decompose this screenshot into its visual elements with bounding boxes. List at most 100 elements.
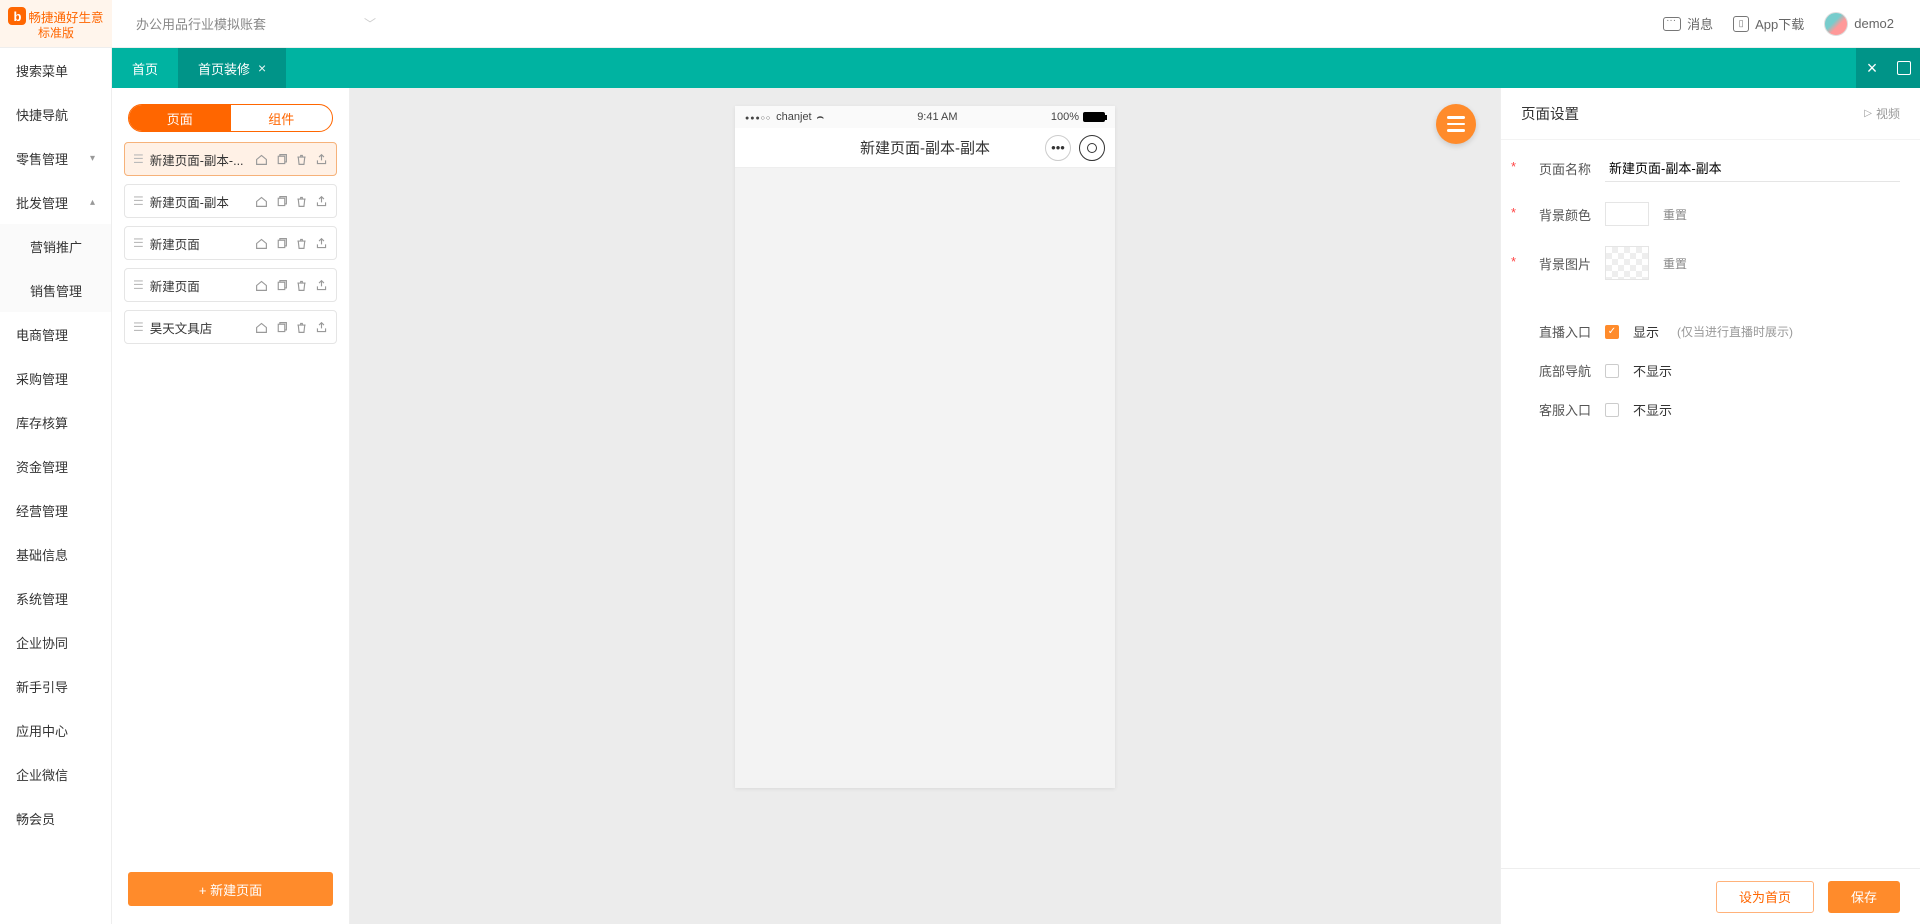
- share-icon[interactable]: [314, 320, 328, 334]
- share-icon[interactable]: [314, 152, 328, 166]
- set-home-button[interactable]: 设为首页: [1716, 881, 1814, 913]
- page-row[interactable]: ☰新建页面: [124, 268, 337, 302]
- delete-icon[interactable]: [294, 320, 308, 334]
- page-name: 新建页面-副本: [150, 192, 248, 211]
- sidebar-item[interactable]: 资金管理: [0, 444, 111, 488]
- page-name: 新建页面: [150, 234, 248, 253]
- sidebar-item[interactable]: 系统管理: [0, 576, 111, 620]
- sidebar-item[interactable]: 快捷导航: [0, 92, 111, 136]
- bgcolor-reset[interactable]: 重置: [1663, 206, 1687, 223]
- segment-page[interactable]: 页面: [129, 105, 231, 131]
- sidebar: 搜索菜单快捷导航零售管理▾批发管理▴营销推广销售管理电商管理采购管理库存核算资金…: [0, 48, 112, 924]
- tab[interactable]: 首页装修×: [178, 48, 286, 88]
- sidebar-item[interactable]: 搜索菜单: [0, 48, 111, 92]
- sidebar-item[interactable]: 基础信息: [0, 532, 111, 576]
- signal-icon: [745, 111, 771, 123]
- sidebar-item[interactable]: 企业协同: [0, 620, 111, 664]
- save-button[interactable]: 保存: [1828, 881, 1900, 913]
- settings-panel: 页面设置 视频 页面名称 背景颜色 重置: [1500, 88, 1920, 924]
- video-help-link[interactable]: 视频: [1864, 105, 1900, 122]
- copy-icon[interactable]: [274, 152, 288, 166]
- page-row[interactable]: ☰ 新建页面-副本: [124, 184, 337, 218]
- brand-mark-icon: b: [8, 7, 26, 25]
- sidebar-item[interactable]: 应用中心: [0, 708, 111, 752]
- page-panel: 页面 组件 ☰新建页面-副本-... ☰新建页面-副本 ☰新建页面 ☰新建页面 …: [112, 88, 350, 924]
- home-icon[interactable]: [254, 194, 268, 208]
- new-page-button[interactable]: + 新建页面: [128, 872, 333, 906]
- sidebar-item[interactable]: 零售管理▾: [0, 136, 111, 180]
- canvas-menu-fab[interactable]: [1436, 104, 1476, 144]
- sidebar-item[interactable]: 新手引导: [0, 664, 111, 708]
- copy-icon[interactable]: [274, 194, 288, 208]
- sidebar-subitem[interactable]: 销售管理: [0, 268, 111, 312]
- home-icon[interactable]: [254, 278, 268, 292]
- sidebar-item[interactable]: 批发管理▴: [0, 180, 111, 224]
- bgcolor-swatch[interactable]: [1605, 202, 1649, 226]
- avatar-icon: [1824, 12, 1848, 36]
- bottomnav-checkbox[interactable]: [1605, 364, 1619, 378]
- live-hint: (仅当进行直播时展示): [1677, 323, 1793, 340]
- share-icon[interactable]: [314, 236, 328, 250]
- more-icon[interactable]: •••: [1045, 135, 1071, 161]
- service-checkbox[interactable]: [1605, 403, 1619, 417]
- header-actions: 消息 ▯ App下载 demo2: [1663, 12, 1920, 36]
- copy-icon[interactable]: [274, 320, 288, 334]
- field-label-bgcolor: 背景颜色: [1521, 205, 1591, 224]
- field-label-bottomnav: 底部导航: [1521, 361, 1591, 380]
- messages-button[interactable]: 消息: [1663, 14, 1713, 33]
- delete-icon[interactable]: [294, 278, 308, 292]
- battery-label: 100%: [1051, 111, 1079, 123]
- page-name: 昊天文具店: [150, 318, 248, 337]
- fullscreen-toggle[interactable]: [1888, 48, 1920, 88]
- home-icon[interactable]: [254, 236, 268, 250]
- tabs-close-all[interactable]: ×: [1856, 48, 1888, 88]
- sidebar-subitem[interactable]: 营销推广: [0, 224, 111, 268]
- page-row[interactable]: ☰ 昊天文具店: [124, 310, 337, 344]
- bgimage-reset[interactable]: 重置: [1663, 255, 1687, 272]
- sidebar-item[interactable]: 库存核算: [0, 400, 111, 444]
- chat-icon: [1663, 17, 1681, 31]
- drag-icon[interactable]: ☰: [133, 152, 144, 166]
- home-icon[interactable]: [254, 152, 268, 166]
- phone-title-bar: 新建页面-副本-副本 •••: [735, 128, 1115, 168]
- app-download-button[interactable]: ▯ App下载: [1733, 14, 1804, 33]
- copy-icon[interactable]: [274, 236, 288, 250]
- chevron-icon: ▾: [90, 153, 95, 164]
- share-icon[interactable]: [314, 278, 328, 292]
- drag-icon[interactable]: ☰: [133, 320, 144, 334]
- page-row[interactable]: ☰ 新建页面: [124, 226, 337, 260]
- wifi-icon: [817, 111, 824, 124]
- sidebar-item[interactable]: 畅会员: [0, 796, 111, 840]
- phone-body[interactable]: [735, 168, 1115, 788]
- account-selector[interactable]: 办公用品行业模拟账套 ﹀: [136, 14, 376, 33]
- sidebar-item[interactable]: 采购管理: [0, 356, 111, 400]
- sidebar-item[interactable]: 电商管理: [0, 312, 111, 356]
- tab[interactable]: 首页: [112, 48, 178, 88]
- share-icon[interactable]: [314, 194, 328, 208]
- copy-icon[interactable]: [274, 278, 288, 292]
- live-checkbox[interactable]: [1605, 325, 1619, 339]
- settings-title: 页面设置: [1521, 103, 1579, 124]
- segment-component[interactable]: 组件: [231, 105, 333, 131]
- delete-icon[interactable]: [294, 236, 308, 250]
- sidebar-item[interactable]: 经营管理: [0, 488, 111, 532]
- menu-icon: [1447, 116, 1465, 119]
- drag-icon[interactable]: ☰: [133, 278, 144, 292]
- brand-logo: b 畅捷通好生意 标准版: [0, 0, 112, 47]
- bgimage-picker[interactable]: [1605, 246, 1649, 280]
- home-icon[interactable]: [254, 320, 268, 334]
- field-label-live: 直播入口: [1521, 322, 1591, 341]
- sidebar-item[interactable]: 企业微信: [0, 752, 111, 796]
- user-menu[interactable]: demo2: [1824, 12, 1894, 36]
- drag-icon[interactable]: ☰: [133, 236, 144, 250]
- page-row[interactable]: ☰新建页面-副本-...: [124, 142, 337, 176]
- live-text: 显示: [1633, 322, 1659, 341]
- canvas-area[interactable]: chanjet 9:41 AM 100% 新建页面-副本-副本 •••: [350, 88, 1500, 924]
- page-name-input[interactable]: [1605, 154, 1900, 182]
- close-icon[interactable]: ×: [258, 60, 266, 76]
- drag-icon[interactable]: ☰: [133, 194, 144, 208]
- delete-icon[interactable]: [294, 194, 308, 208]
- delete-icon[interactable]: [294, 152, 308, 166]
- chevron-icon: ▴: [90, 197, 95, 208]
- target-icon[interactable]: [1079, 135, 1105, 161]
